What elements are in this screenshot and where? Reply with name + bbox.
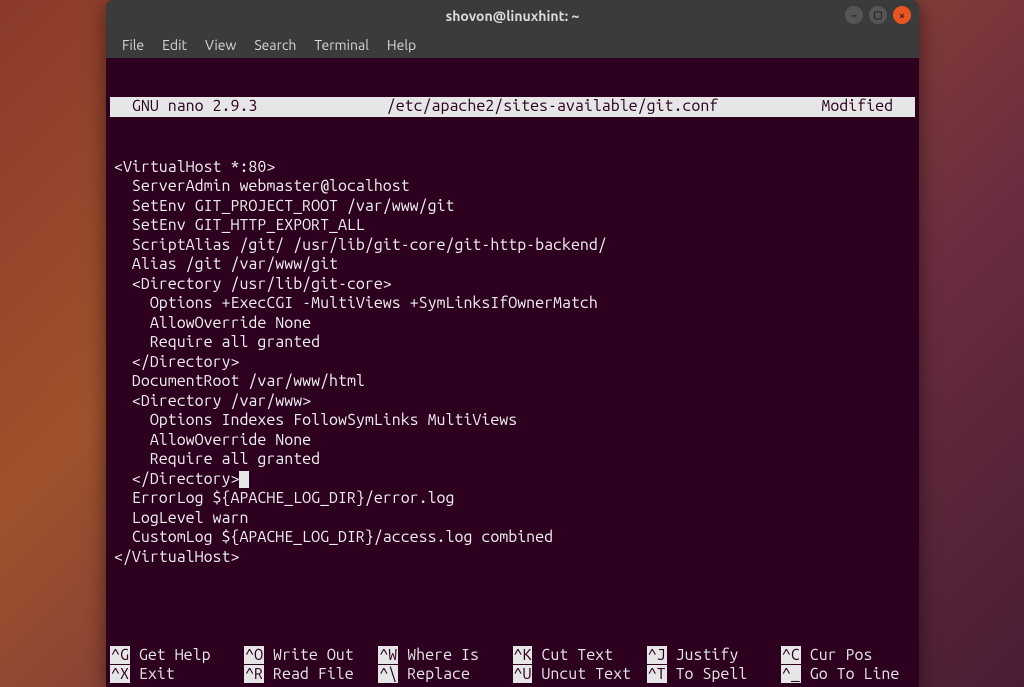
window-titlebar: shovon@linuxhint: ~ – ▢ × xyxy=(106,0,919,32)
shortcut-key: ^T xyxy=(647,665,667,683)
editor-line[interactable]: AllowOverride None xyxy=(114,431,911,451)
shortcut-key: ^K xyxy=(513,646,533,664)
minimize-button[interactable]: – xyxy=(845,6,863,24)
shortcut-label: Go To Line xyxy=(801,665,900,683)
maximize-button[interactable]: ▢ xyxy=(869,6,887,24)
editor-line[interactable]: Options Indexes FollowSymLinks MultiView… xyxy=(114,411,911,431)
editor-body[interactable]: <VirtualHost *:80> ServerAdmin webmaster… xyxy=(110,156,915,570)
cursor xyxy=(239,471,249,488)
shortcut-item[interactable]: ^K Cut Text xyxy=(513,646,647,666)
shortcut-key: ^U xyxy=(513,665,533,683)
editor-line[interactable]: ServerAdmin webmaster@localhost xyxy=(114,177,911,197)
window-title: shovon@linuxhint: ~ xyxy=(446,8,580,24)
terminal-viewport[interactable]: GNU nano 2.9.3 /etc/apache2/sites-availa… xyxy=(106,58,919,687)
shortcut-item[interactable]: ^T To Spell xyxy=(647,665,781,685)
shortcut-key: ^O xyxy=(244,646,264,664)
menubar: File Edit View Search Terminal Help xyxy=(106,32,919,58)
nano-status: Modified xyxy=(791,97,911,117)
shortcut-key: ^J xyxy=(647,646,667,664)
shortcut-label: Replace xyxy=(398,665,470,683)
shortcut-item[interactable]: ^\ Replace xyxy=(378,665,512,685)
menu-search[interactable]: Search xyxy=(246,35,304,55)
menu-view[interactable]: View xyxy=(197,35,244,55)
close-button[interactable]: × xyxy=(893,6,911,24)
shortcut-key: ^C xyxy=(781,646,801,664)
nano-footer: ^G Get Help^O Write Out^W Where Is^K Cut… xyxy=(106,646,919,687)
editor-line[interactable]: </Directory> xyxy=(114,353,911,373)
editor-line[interactable]: DocumentRoot /var/www/html xyxy=(114,372,911,392)
menu-edit[interactable]: Edit xyxy=(154,35,195,55)
shortcut-key: ^X xyxy=(110,665,130,683)
shortcut-label: To Spell xyxy=(667,665,748,683)
editor-line[interactable]: Alias /git /var/www/git xyxy=(114,255,911,275)
shortcut-label: Exit xyxy=(130,665,175,683)
editor-line[interactable]: <VirtualHost *:80> xyxy=(114,158,911,178)
shortcut-label: Justify xyxy=(667,646,739,664)
shortcut-key: ^\ xyxy=(378,665,398,683)
shortcut-label: Where Is xyxy=(398,646,479,664)
shortcut-label: Read File xyxy=(264,665,354,683)
editor-line[interactable]: ErrorLog ${APACHE_LOG_DIR}/error.log xyxy=(114,489,911,509)
shortcut-item[interactable]: ^X Exit xyxy=(110,665,244,685)
shortcut-label: Uncut Text xyxy=(532,665,631,683)
shortcut-label: Cut Text xyxy=(532,646,613,664)
shortcut-key: ^W xyxy=(378,646,398,664)
shortcut-item[interactable]: ^W Where Is xyxy=(378,646,512,666)
shortcut-row-1: ^G Get Help^O Write Out^W Where Is^K Cut… xyxy=(110,646,915,666)
editor-line[interactable]: ScriptAlias /git/ /usr/lib/git-core/git-… xyxy=(114,236,911,256)
shortcut-item[interactable]: ^R Read File xyxy=(244,665,378,685)
editor-line[interactable]: <Directory /usr/lib/git-core> xyxy=(114,275,911,295)
editor-line[interactable]: Require all granted xyxy=(114,333,911,353)
editor-line[interactable]: Options +ExecCGI -MultiViews +SymLinksIf… xyxy=(114,294,911,314)
nano-appname: GNU nano 2.9.3 xyxy=(114,97,314,117)
editor-line[interactable]: CustomLog ${APACHE_LOG_DIR}/access.log c… xyxy=(114,528,911,548)
menu-terminal[interactable]: Terminal xyxy=(306,35,377,55)
editor-line[interactable]: Require all granted xyxy=(114,450,911,470)
shortcut-item[interactable]: ^O Write Out xyxy=(244,646,378,666)
editor-line[interactable]: </Directory> xyxy=(114,470,911,490)
shortcut-key: ^G xyxy=(110,646,130,664)
editor-line[interactable]: SetEnv GIT_PROJECT_ROOT /var/www/git xyxy=(114,197,911,217)
shortcut-item[interactable]: ^G Get Help xyxy=(110,646,244,666)
window-controls: – ▢ × xyxy=(845,6,911,24)
shortcut-label: Cur Pos xyxy=(801,646,873,664)
editor-line[interactable]: </VirtualHost> xyxy=(114,548,911,568)
shortcut-item[interactable]: ^J Justify xyxy=(647,646,781,666)
menu-file[interactable]: File xyxy=(114,35,152,55)
shortcut-item[interactable]: ^C Cur Pos xyxy=(781,646,915,666)
menu-help[interactable]: Help xyxy=(379,35,424,55)
editor-line[interactable]: SetEnv GIT_HTTP_EXPORT_ALL xyxy=(114,216,911,236)
editor-line[interactable]: LogLevel warn xyxy=(114,509,911,529)
shortcut-item[interactable]: ^U Uncut Text xyxy=(513,665,647,685)
terminal-window: shovon@linuxhint: ~ – ▢ × File Edit View… xyxy=(106,0,919,687)
nano-header: GNU nano 2.9.3 /etc/apache2/sites-availa… xyxy=(110,97,915,117)
shortcut-key: ^_ xyxy=(781,665,801,683)
editor-line[interactable]: AllowOverride None xyxy=(114,314,911,334)
shortcut-label: Get Help xyxy=(130,646,211,664)
nano-filename: /etc/apache2/sites-available/git.conf xyxy=(314,97,791,117)
shortcut-key: ^R xyxy=(244,665,264,683)
shortcut-row-2: ^X Exit^R Read File^\ Replace^U Uncut Te… xyxy=(110,665,915,685)
shortcut-label: Write Out xyxy=(264,646,354,664)
editor-line[interactable]: <Directory /var/www> xyxy=(114,392,911,412)
shortcut-item[interactable]: ^_ Go To Line xyxy=(781,665,915,685)
